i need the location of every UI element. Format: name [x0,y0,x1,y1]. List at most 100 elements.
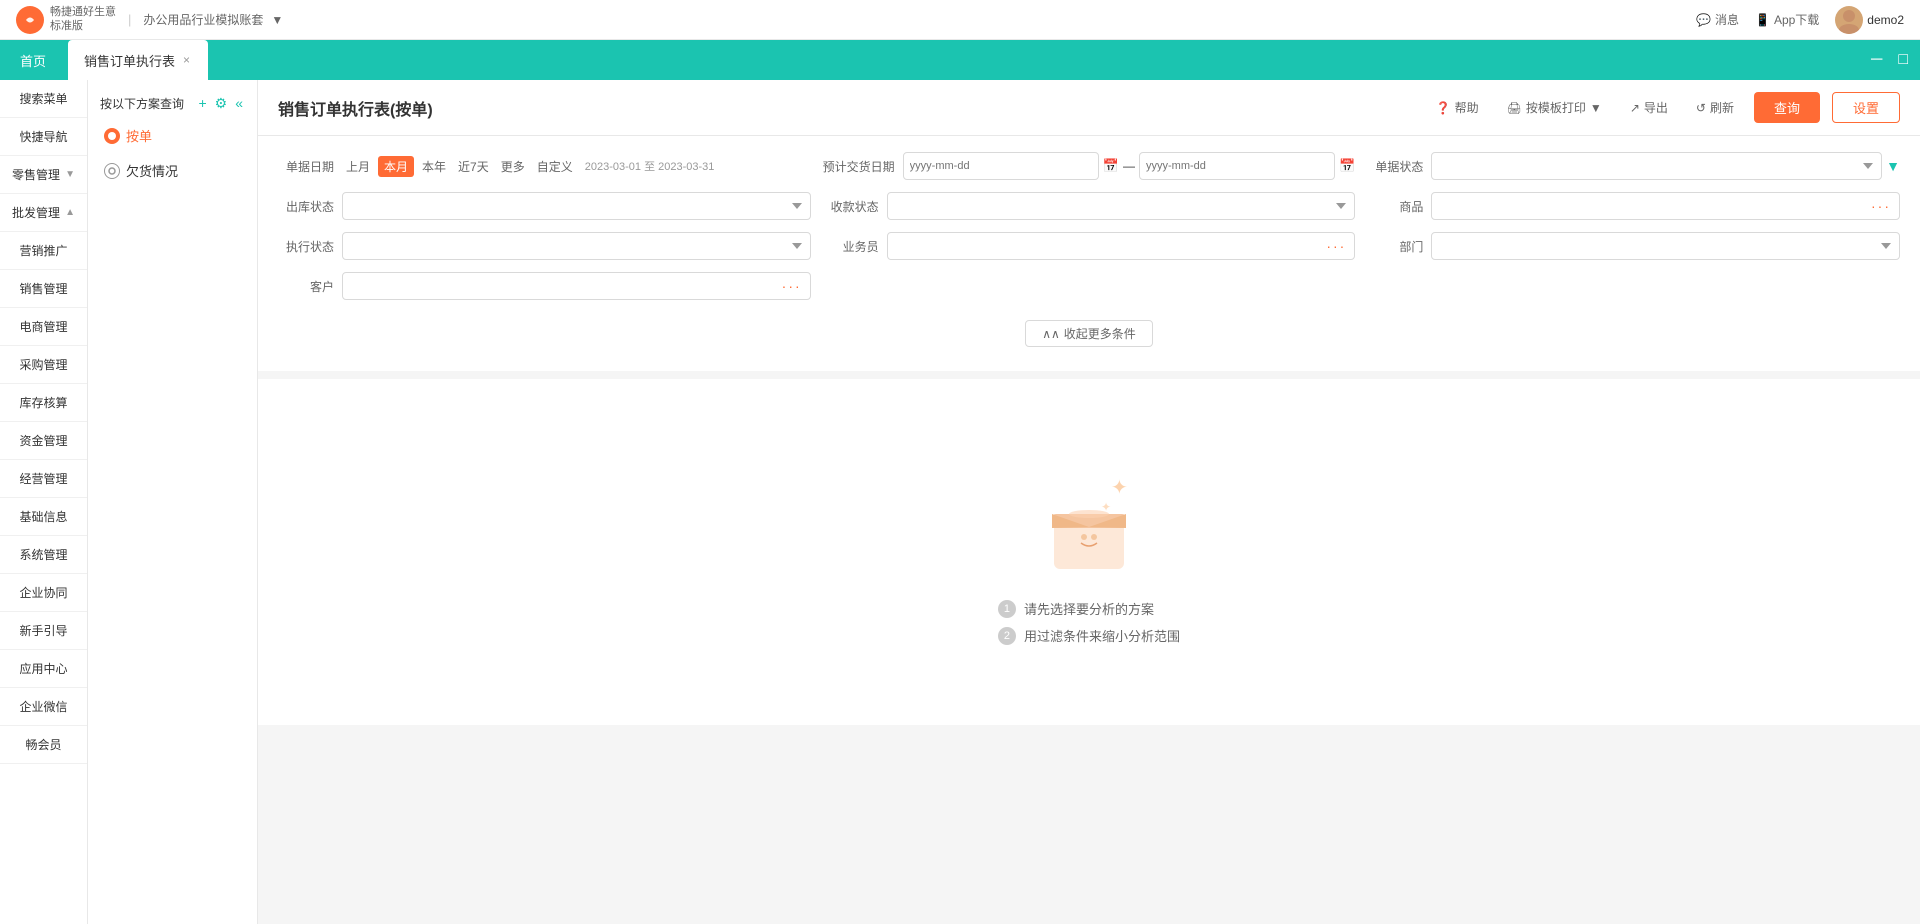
sidebar-item-enterprise[interactable]: 企业协同 [0,574,87,612]
department-select[interactable] [1431,232,1900,260]
filter-group-goods: 商品 ··· [1367,192,1900,220]
scheme-settings-btn[interactable]: ⚙ [213,94,230,112]
exec-status-select[interactable]: 未执行 部分执行 全部执行 [342,232,811,260]
date-separator: — [1123,159,1135,173]
left-panel-actions: + ⚙ « [196,94,245,112]
empty-state: ✦ ✦ 1 请先选择要分析的方案 2 用过滤条件来缩小分析范围 [258,379,1920,725]
expected-date-start[interactable] [903,152,1099,180]
filter-group-customer: 客户 ··· [278,272,811,300]
date-btn-more[interactable]: 更多 [497,156,529,177]
sidebar-item-purchase[interactable]: 采购管理 [0,346,87,384]
tab-home[interactable]: 首页 [0,40,66,80]
chevron-down-icon: ▼ [65,169,75,180]
sidebar-item-finance[interactable]: 资金管理 [0,422,87,460]
date-btn-last-month[interactable]: 上月 [342,156,374,177]
filter-group-department: 部门 [1367,232,1900,260]
print-icon: 🖨 [1507,101,1522,115]
page-header: 销售订单执行表(按单) ❓ 帮助 🖨 按模板打印 ▼ ↗ 导出 ↺ 刷新 [258,80,1920,136]
user-name: demo2 [1867,13,1904,27]
empty-texts: 1 请先选择要分析的方案 2 用过滤条件来缩小分析范围 [998,599,1180,645]
sidebar-item-marketing[interactable]: 营销推广 [0,232,87,270]
tab-label: 销售订单执行表 [84,51,175,70]
hint-num-2: 2 [998,627,1016,645]
header-right: 💬 消息 📱 App下载 demo2 [1696,6,1904,34]
sidebar-item-member[interactable]: 畅会员 [0,726,87,764]
date-label: 单据日期 [278,158,334,175]
left-panel-item-shortage[interactable]: 欠货情况 [88,153,257,188]
sidebar-item-sales[interactable]: 销售管理 [0,270,87,308]
sidebar-item-operations[interactable]: 经营管理 [0,460,87,498]
sidebar-item-basics[interactable]: 基础信息 [0,498,87,536]
filter-group-expected-date: 预计交货日期 📅 — 📅 [823,152,1356,180]
expected-date-end[interactable] [1139,152,1335,180]
query-btn[interactable]: 查询 [1754,92,1820,123]
sidebar-item-ecommerce[interactable]: 电商管理 [0,308,87,346]
top-header: 畅捷通好生意 标准版 | 办公用品行业模拟账套 ▼ 💬 消息 📱 App下载 d… [0,0,1920,40]
sidebar-quick-nav[interactable]: 快捷导航 [0,118,87,156]
date-btn-7days[interactable]: 近7天 [454,156,493,177]
tab-maximize-btn[interactable]: □ [1894,48,1912,72]
filter-group-warehouse-status: 出库状态 未出库 部分出库 全部出库 [278,192,811,220]
tab-active[interactable]: 销售订单执行表 × [68,40,208,80]
breadcrumb-text: 办公用品行业模拟账套 [143,11,263,28]
filter-group-salesperson: 业务员 ··· [823,232,1356,260]
tab-close-btn[interactable]: × [181,52,192,68]
sidebar-item-guide[interactable]: 新手引导 [0,612,87,650]
print-template-btn[interactable]: 🖨 按模板打印 ▼ [1499,95,1610,120]
salesperson-trigger[interactable]: ··· [887,232,1356,260]
user-area[interactable]: demo2 [1835,6,1904,34]
date-control: 上月 本月 本年 近7天 更多 自定义 2023-03-01 至 2023-03… [342,156,811,177]
filter-group-status: 单据状态 待审核 已审核 已关闭 ▼ [1367,152,1900,180]
collapse-icon: ∧∧ [1042,327,1060,341]
filter-group-exec-status: 执行状态 未执行 部分执行 全部执行 [278,232,811,260]
customer-dots-icon: ··· [782,278,802,294]
expected-date-control: 📅 — 📅 [903,152,1356,180]
collapse-filters-btn[interactable]: ∧∧ 收起更多条件 [1025,320,1153,347]
goods-trigger[interactable]: ··· [1431,192,1900,220]
message-action[interactable]: 💬 消息 [1696,11,1739,28]
date-btn-this-year[interactable]: 本年 [418,156,450,177]
warehouse-status-select[interactable]: 未出库 部分出库 全部出库 [342,192,811,220]
left-panel: 按以下方案查询 + ⚙ « 按单 欠货情况 [88,80,258,924]
status-select[interactable]: 待审核 已审核 已关闭 [1431,152,1882,180]
avatar [1835,6,1863,34]
app-download-action[interactable]: 📱 App下载 [1755,11,1819,28]
filter-group-date: 单据日期 上月 本月 本年 近7天 更多 自定义 2023-03-01 至 20… [278,156,811,177]
sidebar-item-system[interactable]: 系统管理 [0,536,87,574]
help-btn[interactable]: ❓ 帮助 [1428,95,1487,120]
sidebar-item-apps[interactable]: 应用中心 [0,650,87,688]
add-scheme-btn[interactable]: + [196,94,208,112]
date-range-text: 2023-03-01 至 2023-03-31 [585,158,715,174]
export-btn[interactable]: ↗ 导出 [1622,95,1676,120]
empty-illustration: ✦ ✦ [1029,459,1149,579]
date-btn-custom[interactable]: 自定义 [533,156,577,177]
settings-display-btn[interactable]: 设置 [1832,92,1900,123]
sidebar-search-menu[interactable]: 搜索菜单 [0,80,87,118]
sidebar-item-wholesale[interactable]: 批发管理 ▲ [0,194,87,232]
date-btn-this-month[interactable]: 本月 [378,156,414,177]
main-layout: 搜索菜单 快捷导航 零售管理 ▼ 批发管理 ▲ 营销推广 销售管理 电商管理 采… [0,80,1920,924]
calendar-end-icon[interactable]: 📅 [1339,158,1355,174]
sidebar-item-inventory[interactable]: 库存核算 [0,384,87,422]
help-icon: ❓ [1436,101,1451,115]
collapse-panel-btn[interactable]: « [233,94,245,112]
salesperson-label: 业务员 [823,238,879,255]
svg-text:✦: ✦ [1111,477,1128,499]
customer-trigger[interactable]: ··· [342,272,811,300]
status-label: 单据状态 [1367,158,1423,175]
tab-minimize-btn[interactable]: ─ [1867,48,1886,72]
status-expand-icon[interactable]: ▼ [1886,158,1900,174]
refresh-btn[interactable]: ↺ 刷新 [1688,95,1742,120]
logo-area: 畅捷通好生意 标准版 [16,6,116,34]
filter-row-1: 单据日期 上月 本月 本年 近7天 更多 自定义 2023-03-01 至 20… [278,152,1900,180]
sidebar-item-retail[interactable]: 零售管理 ▼ [0,156,87,194]
breadcrumb-dropdown[interactable]: ▼ [271,13,283,27]
sidebar-item-wechat[interactable]: 企业微信 [0,688,87,726]
calendar-start-icon[interactable]: 📅 [1103,158,1119,174]
payment-status-select[interactable]: 未收款 部分收款 全部收款 [887,192,1356,220]
filter-row-3: 执行状态 未执行 部分执行 全部执行 业务员 ··· [278,232,1900,260]
phone-icon: 📱 [1755,13,1770,27]
left-panel-item-by-order[interactable]: 按单 [88,118,257,153]
app-logo [16,6,44,34]
content-area: 销售订单执行表(按单) ❓ 帮助 🖨 按模板打印 ▼ ↗ 导出 ↺ 刷新 [258,80,1920,924]
